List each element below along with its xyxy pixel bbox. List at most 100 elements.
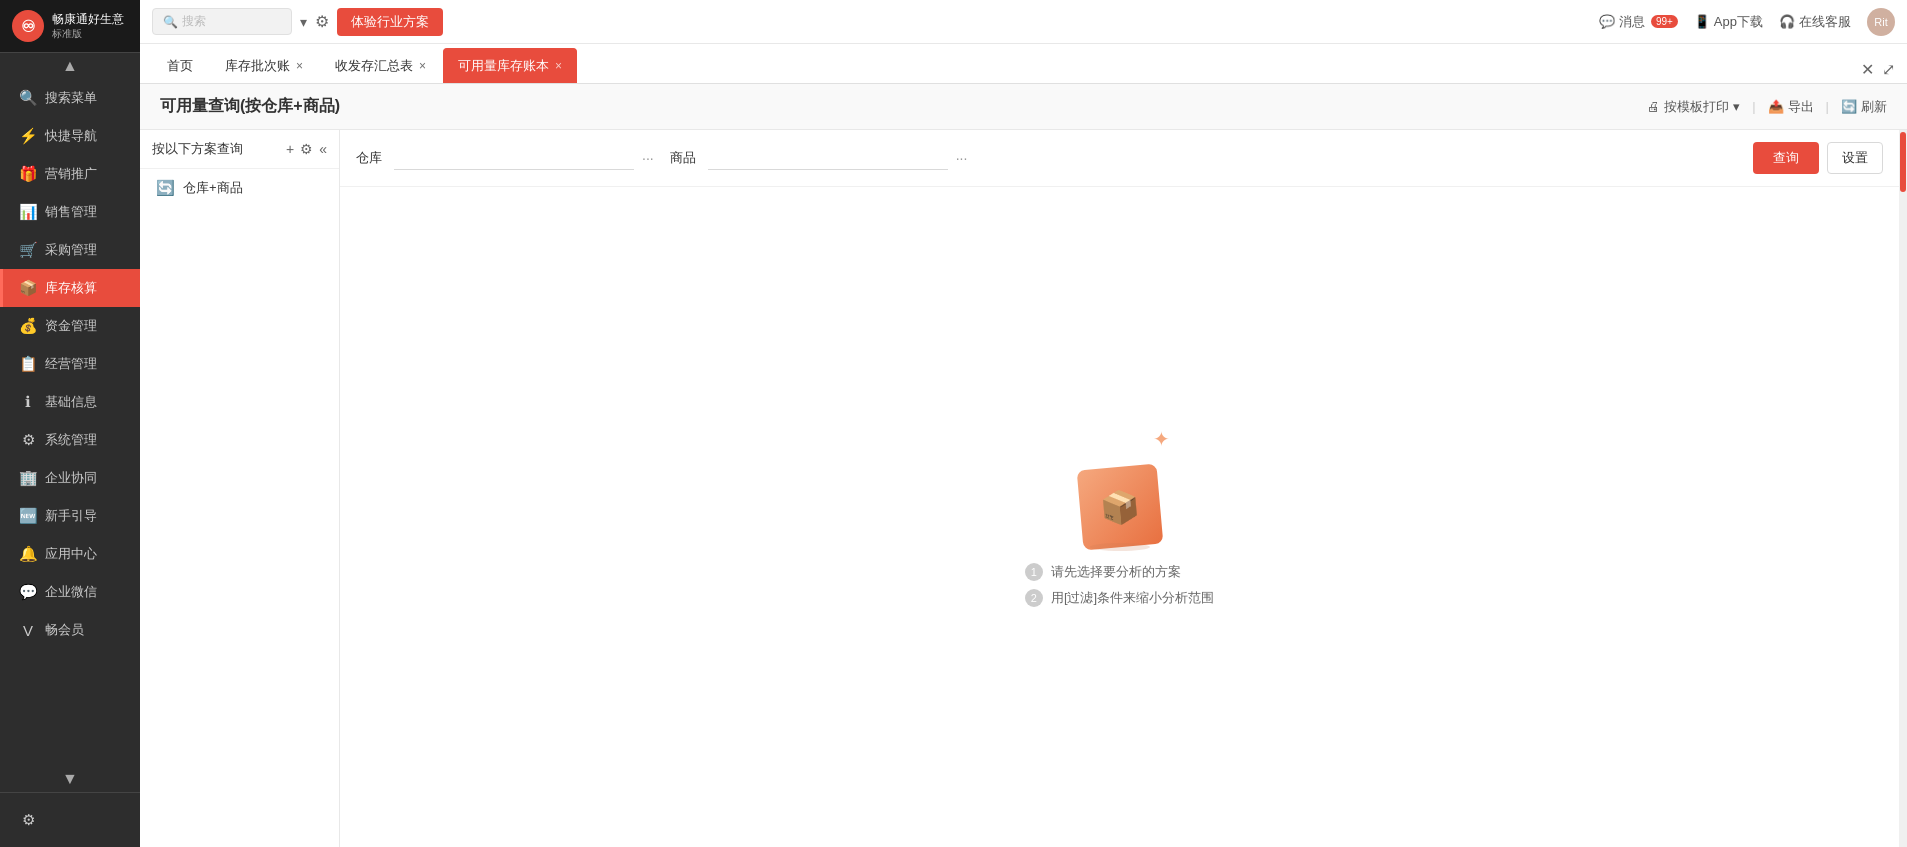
tab-available-ledger[interactable]: 可用量库存账本 × bbox=[443, 48, 577, 83]
sidebar-item-member[interactable]: V 畅会员 bbox=[0, 611, 140, 649]
message-badge: 99+ bbox=[1651, 15, 1678, 28]
message-icon: 💬 bbox=[1599, 14, 1615, 29]
message-label: 消息 bbox=[1619, 13, 1645, 31]
sidebar-logo: ♾ 畅康通好生意 标准版 bbox=[0, 0, 140, 53]
operations-label: 经营管理 bbox=[45, 355, 97, 373]
warehouse-input[interactable] bbox=[394, 146, 634, 170]
tabbar: 首页 库存批次账 × 收发存汇总表 × 可用量库存账本 × ✕ ⤢ bbox=[140, 44, 1907, 84]
hint-num-2: 2 bbox=[1025, 589, 1043, 607]
basic-icon: ℹ bbox=[19, 393, 37, 411]
sidebar-item-search[interactable]: 🔍 搜索菜单 bbox=[0, 79, 140, 117]
empty-state: 📦 ✦ 1 请先选择要分析的方案 2 用[过滤]条件来缩小分析范围 bbox=[340, 187, 1899, 847]
quicknav-label: 快捷导航 bbox=[45, 127, 97, 145]
sidebar-item-appcenter[interactable]: 🔔 应用中心 bbox=[0, 535, 140, 573]
export-btn[interactable]: 📤 导出 bbox=[1768, 98, 1814, 116]
topbar-search[interactable]: 🔍 搜索 bbox=[152, 8, 292, 35]
print-btn[interactable]: 🖨 按模板打印 ▾ bbox=[1647, 98, 1740, 116]
empty-hints: 1 请先选择要分析的方案 2 用[过滤]条件来缩小分析范围 bbox=[1025, 563, 1214, 607]
tab-home[interactable]: 首页 bbox=[152, 48, 208, 83]
scheme-item-warehouse-product[interactable]: 🔄 仓库+商品 bbox=[140, 169, 339, 207]
tab-available-ledger-close[interactable]: × bbox=[555, 59, 562, 73]
search-icon: 🔍 bbox=[19, 89, 37, 107]
sidebar-item-basic[interactable]: ℹ 基础信息 bbox=[0, 383, 140, 421]
window-maximize-btn[interactable]: ⤢ bbox=[1882, 60, 1895, 79]
app-download-btn[interactable]: 📱 App下载 bbox=[1694, 13, 1763, 31]
sidebar-item-sales[interactable]: 📊 销售管理 bbox=[0, 193, 140, 231]
search-icon: 🔍 bbox=[163, 15, 178, 29]
refresh-btn[interactable]: 🔄 刷新 bbox=[1841, 98, 1887, 116]
hint-text-1: 请先选择要分析的方案 bbox=[1051, 563, 1181, 581]
sidebar-item-wechat[interactable]: 💬 企业微信 bbox=[0, 573, 140, 611]
sidebar-item-inventory[interactable]: 📦 库存核算 bbox=[0, 269, 140, 307]
left-panel-header: 按以下方案查询 + ⚙ « bbox=[140, 130, 339, 169]
empty-shadow bbox=[1090, 543, 1150, 551]
left-panel-actions: + ⚙ « bbox=[286, 141, 327, 157]
sidebar-item-purchase[interactable]: 🛒 采购管理 bbox=[0, 231, 140, 269]
sidebar-item-enterprise[interactable]: 🏢 企业协同 bbox=[0, 459, 140, 497]
logo-icon: ♾ bbox=[12, 10, 44, 42]
sidebar-item-system[interactable]: ⚙ 系统管理 bbox=[0, 421, 140, 459]
hint-text-2: 用[过滤]条件来缩小分析范围 bbox=[1051, 589, 1214, 607]
tab-batch-ledger[interactable]: 库存批次账 × bbox=[210, 48, 318, 83]
refresh-icon: 🔄 bbox=[1841, 99, 1857, 114]
filter-bar: 仓库 ··· 商品 ··· 查询 设置 bbox=[340, 130, 1899, 187]
headset-icon: 🎧 bbox=[1779, 14, 1795, 29]
online-service-label: 在线客服 bbox=[1799, 13, 1851, 31]
finance-icon: 💰 bbox=[19, 317, 37, 335]
warehouse-more-btn[interactable]: ··· bbox=[642, 150, 654, 166]
settings-bottom-icon: ⚙ bbox=[19, 811, 37, 829]
sidebar-item-operations[interactable]: 📋 经营管理 bbox=[0, 345, 140, 383]
tab-batch-ledger-close[interactable]: × bbox=[296, 59, 303, 73]
app-version: 标准版 bbox=[52, 27, 124, 40]
scheme-settings-btn[interactable]: ⚙ bbox=[300, 141, 313, 157]
refresh-label: 刷新 bbox=[1861, 98, 1887, 116]
product-input[interactable] bbox=[708, 146, 948, 170]
page-actions: 🖨 按模板打印 ▾ | 📤 导出 | 🔄 刷新 bbox=[1647, 98, 1887, 116]
online-service-btn[interactable]: 🎧 在线客服 bbox=[1779, 13, 1851, 31]
sep2: | bbox=[1826, 99, 1829, 114]
sidebar-item-quicknav[interactable]: ⚡ 快捷导航 bbox=[0, 117, 140, 155]
setting-button[interactable]: 设置 bbox=[1827, 142, 1883, 174]
inventory-label: 库存核算 bbox=[45, 279, 97, 297]
right-area: 仓库 ··· 商品 ··· 查询 设置 📦 bbox=[340, 130, 1899, 847]
empty-box-icon: 📦 bbox=[1076, 464, 1163, 551]
tab-receipt-summary-close[interactable]: × bbox=[419, 59, 426, 73]
page-header: 可用量查询(按仓库+商品) 🖨 按模板打印 ▾ | 📤 导出 | 🔄 刷新 bbox=[140, 84, 1907, 130]
main-area: 🔍 搜索 ▾ ⚙ 体验行业方案 💬 消息 99+ 📱 App下载 🎧 在线客服 … bbox=[140, 0, 1907, 847]
scheme-item-label: 仓库+商品 bbox=[183, 179, 243, 197]
search-label: 搜索菜单 bbox=[45, 89, 97, 107]
appcenter-icon: 🔔 bbox=[19, 545, 37, 563]
topbar-dropdown-icon[interactable]: ▾ bbox=[300, 14, 307, 30]
newbie-label: 新手引导 bbox=[45, 507, 97, 525]
member-icon: V bbox=[19, 622, 37, 639]
add-scheme-btn[interactable]: + bbox=[286, 141, 294, 157]
window-close-btn[interactable]: ✕ bbox=[1861, 60, 1874, 79]
product-more-btn[interactable]: ··· bbox=[956, 150, 968, 166]
sidebar-item-settings-bottom[interactable]: ⚙ bbox=[0, 801, 140, 839]
appcenter-label: 应用中心 bbox=[45, 545, 97, 563]
right-scrollbar[interactable] bbox=[1899, 130, 1907, 847]
sidebar-item-marketing[interactable]: 🎁 营销推广 bbox=[0, 155, 140, 193]
tab-receipt-summary[interactable]: 收发存汇总表 × bbox=[320, 48, 441, 83]
quicknav-icon: ⚡ bbox=[19, 127, 37, 145]
sidebar-scroll-down[interactable]: ▼ bbox=[0, 766, 140, 792]
scheme-settings-icon: ⚙ bbox=[300, 141, 313, 157]
message-btn[interactable]: 💬 消息 99+ bbox=[1599, 13, 1678, 31]
query-button[interactable]: 查询 bbox=[1753, 142, 1819, 174]
scrollbar-thumb bbox=[1900, 132, 1906, 192]
user-avatar[interactable]: Rit bbox=[1867, 8, 1895, 36]
scheme-query-label: 按以下方案查询 bbox=[152, 140, 243, 158]
industry-solution-button[interactable]: 体验行业方案 bbox=[337, 8, 443, 36]
topbar-gear-icon[interactable]: ⚙ bbox=[315, 12, 329, 31]
sidebar-item-finance[interactable]: 💰 资金管理 bbox=[0, 307, 140, 345]
sidebar-scroll-up[interactable]: ▲ bbox=[0, 53, 140, 79]
enterprise-icon: 🏢 bbox=[19, 469, 37, 487]
sidebar-item-newbie[interactable]: 🆕 新手引导 bbox=[0, 497, 140, 535]
collapse-panel-btn[interactable]: « bbox=[319, 141, 327, 157]
mobile-icon: 📱 bbox=[1694, 14, 1710, 29]
user-name: Rit bbox=[1874, 16, 1887, 28]
tab-receipt-summary-label: 收发存汇总表 bbox=[335, 57, 413, 75]
app-name: 畅康通好生意 bbox=[52, 12, 124, 28]
sep1: | bbox=[1752, 99, 1755, 114]
wechat-label: 企业微信 bbox=[45, 583, 97, 601]
